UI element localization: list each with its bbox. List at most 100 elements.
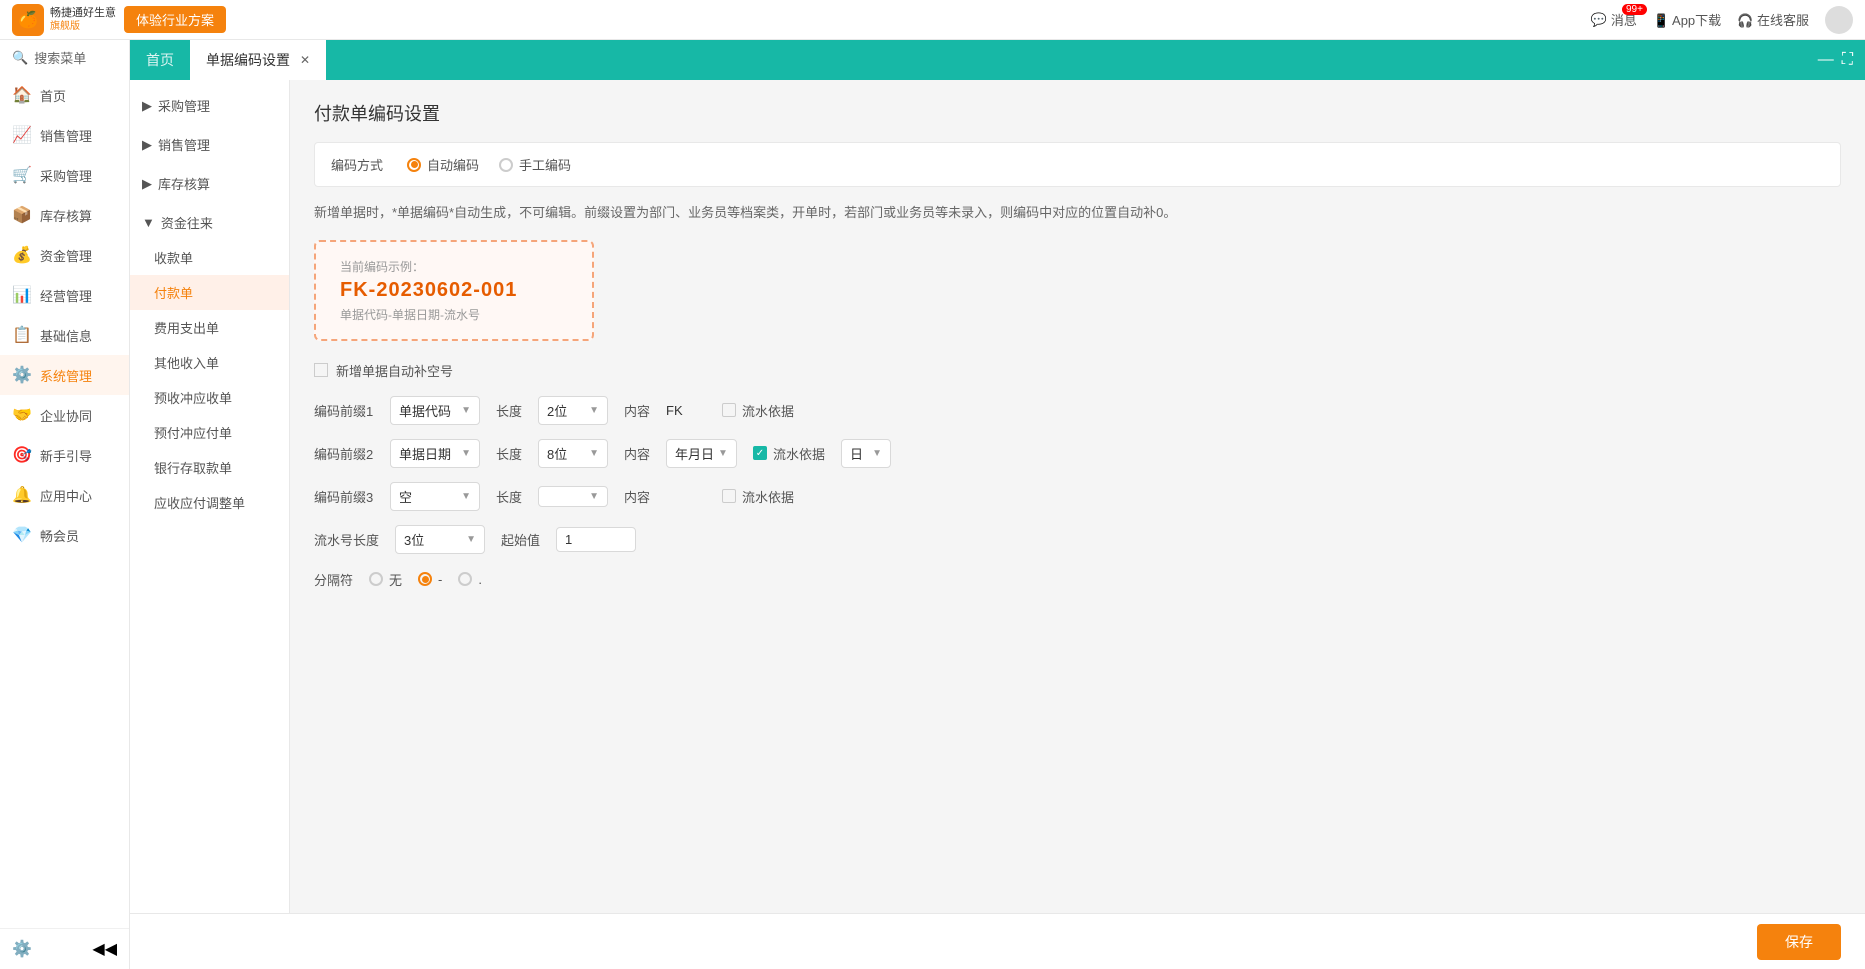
prefix3-row: 编码前缀3 空 ▼ 长度 ▼ 内容 [314, 482, 1841, 511]
separator-section: 分隔符 无 - . [314, 570, 1841, 589]
sidebar-item-sales[interactable]: 📈 销售管理 [0, 115, 129, 155]
sep-none-circle [369, 572, 383, 586]
code-preview-value: FK-20230602-001 [340, 279, 568, 302]
sep-dot-radio[interactable]: . [458, 572, 482, 587]
prefix2-row: 编码前缀2 单据日期 ▼ 长度 8位 ▼ 内容 年月日 [314, 439, 1841, 468]
serial1-checkbox[interactable]: 流水依据 [722, 401, 794, 420]
prefix2-select[interactable]: 单据日期 ▼ [390, 439, 480, 468]
left-sidebar: 🔍 搜索菜单 🏠 首页 📈 销售管理 🛒 采购管理 📦 库存核算 💰 [0, 40, 130, 969]
sec-nav-receipt[interactable]: 收款单 [130, 240, 289, 275]
chevron-right-icon3: ▶ [142, 176, 152, 192]
sep-dash-dot [422, 576, 429, 583]
sec-nav-bank-deposit[interactable]: 银行存取款单 [130, 450, 289, 485]
prefix2-label: 编码前缀2 [314, 444, 374, 463]
sec-nav-advance-payment[interactable]: 预付冲应付单 [130, 415, 289, 450]
length3-arrow-icon: ▼ [589, 491, 599, 502]
finance-icon: 💰 [12, 245, 32, 265]
sec-nav-advance-receipt[interactable]: 预收冲应收单 [130, 380, 289, 415]
sec-nav-payment[interactable]: 付款单 [130, 275, 289, 310]
sidebar-item-vip[interactable]: 💎 畅会员 [0, 515, 129, 555]
message-button[interactable]: 💬 消息 99+ [1591, 10, 1637, 29]
user-avatar[interactable] [1825, 6, 1853, 34]
length3-select[interactable]: ▼ [538, 486, 608, 507]
logo-icon: 🍊 [12, 4, 44, 36]
serial2-period-select[interactable]: 日 ▼ [841, 439, 891, 468]
system-icon: ⚙️ [12, 365, 32, 385]
content1-value: FK [666, 403, 706, 418]
length3-label: 长度 [496, 487, 522, 506]
tab-home[interactable]: 首页 [130, 40, 190, 80]
content2-arrow-icon: ▼ [718, 448, 728, 459]
prefix1-select[interactable]: 单据代码 ▼ [390, 396, 480, 425]
code-preview-label: 当前编码示例： [340, 258, 568, 275]
start-label: 起始值 [501, 530, 540, 549]
sec-nav-ap-adjust[interactable]: 应收应付调整单 [130, 485, 289, 520]
sidebar-item-appstore[interactable]: 🔔 应用中心 [0, 475, 129, 515]
length1-label: 长度 [496, 401, 522, 420]
sidebar-item-basic[interactable]: 📋 基础信息 [0, 315, 129, 355]
serial3-check-icon [722, 489, 736, 503]
code-preview-sub: 单据代码-单据日期-流水号 [340, 306, 568, 323]
sec-nav-fund[interactable]: ▼ 资金往来 [130, 205, 289, 240]
sep-none-radio[interactable]: 无 [369, 570, 402, 589]
enterprise-icon: 🤝 [12, 405, 32, 425]
tab-maximize-button[interactable]: ⛶ [1842, 51, 1853, 69]
sidebar-item-finance[interactable]: 💰 资金管理 [0, 235, 129, 275]
length2-arrow-icon: ▼ [589, 448, 599, 459]
sidebar-item-home[interactable]: 🏠 首页 [0, 75, 129, 115]
search-menu[interactable]: 🔍 搜索菜单 [0, 40, 129, 75]
collapse-icon[interactable]: ◀◀ [92, 939, 117, 959]
start-value-input[interactable] [556, 527, 636, 552]
bottom-bar: 保存 [130, 913, 1865, 969]
length2-select[interactable]: 8位 ▼ [538, 439, 608, 468]
serial3-checkbox[interactable]: 流水依据 [722, 487, 794, 506]
sidebar-item-enterprise[interactable]: 🤝 企业协同 [0, 395, 129, 435]
auto-radio-circle [407, 158, 421, 172]
sec-nav-purchase[interactable]: ▶ 采购管理 [130, 88, 289, 123]
sec-nav-expense[interactable]: 费用支出单 [130, 310, 289, 345]
experience-button[interactable]: 体验行业方案 [124, 6, 226, 33]
auto-fill-checkbox[interactable] [314, 363, 328, 377]
manual-encoding-radio[interactable]: 手工编码 [499, 155, 571, 174]
manual-radio-circle [499, 158, 513, 172]
code-preview-box: 当前编码示例： FK-20230602-001 单据代码-单据日期-流水号 [314, 240, 594, 341]
sidebar-item-system[interactable]: ⚙️ 系统管理 [0, 355, 129, 395]
logo-area: 🍊 畅捷通好生意 旗舰版 [12, 4, 116, 36]
sales-icon: 📈 [12, 125, 32, 145]
tab-close-button[interactable]: ✕ [300, 53, 310, 67]
operations-icon: 📊 [12, 285, 32, 305]
auto-encoding-radio[interactable]: 自动编码 [407, 155, 479, 174]
settings-icon[interactable]: ⚙️ [12, 939, 32, 959]
guide-icon: 🎯 [12, 445, 32, 465]
sec-nav-inventory[interactable]: ▶ 库存核算 [130, 166, 289, 201]
purchase-icon: 🛒 [12, 165, 32, 185]
length1-select[interactable]: 2位 ▼ [538, 396, 608, 425]
serial-length-arrow-icon: ▼ [466, 534, 476, 545]
auto-radio-dot [411, 161, 418, 168]
tab-serial-settings[interactable]: 单据编码设置 ✕ [190, 40, 326, 80]
sidebar-item-guide[interactable]: 🎯 新手引导 [0, 435, 129, 475]
sep-dash-radio[interactable]: - [418, 572, 442, 587]
online-service-button[interactable]: 🎧 在线客服 [1737, 10, 1809, 29]
sidebar-item-inventory[interactable]: 📦 库存核算 [0, 195, 129, 235]
content2-select[interactable]: 年月日 ▼ [666, 439, 737, 468]
sidebar-item-operations[interactable]: 📊 经营管理 [0, 275, 129, 315]
chevron-right-icon: ▶ [142, 98, 152, 114]
top-bar-left: 🍊 畅捷通好生意 旗舰版 体验行业方案 [12, 4, 226, 36]
serial2-checkbox[interactable]: ✓ 流水依据 [753, 444, 825, 463]
save-button[interactable]: 保存 [1757, 924, 1841, 960]
content-area: 首页 单据编码设置 ✕ — ⛶ ▶ 采购管理 [130, 40, 1865, 969]
sec-nav-group-sales: ▶ 销售管理 [130, 127, 289, 162]
app-download-button[interactable]: 📱 App下载 [1653, 10, 1721, 29]
serial-length-row: 流水号长度 3位 ▼ 起始值 [314, 525, 1841, 554]
sec-nav-other-income[interactable]: 其他收入单 [130, 345, 289, 380]
sec-nav-group-inventory: ▶ 库存核算 [130, 166, 289, 201]
sec-nav-group-fund: ▼ 资金往来 收款单 付款单 费用支出单 其他收入单 预收冲应收单 预付冲应付单… [130, 205, 289, 520]
page-content-area: 付款单编码设置 编码方式 自动编码 手工编码 [290, 80, 1865, 913]
serial-length-select[interactable]: 3位 ▼ [395, 525, 485, 554]
prefix3-select[interactable]: 空 ▼ [390, 482, 480, 511]
sec-nav-sales[interactable]: ▶ 销售管理 [130, 127, 289, 162]
message-badge: 99+ [1622, 4, 1647, 15]
tab-minimize-button[interactable]: — [1818, 51, 1834, 69]
sidebar-item-purchase[interactable]: 🛒 采购管理 [0, 155, 129, 195]
